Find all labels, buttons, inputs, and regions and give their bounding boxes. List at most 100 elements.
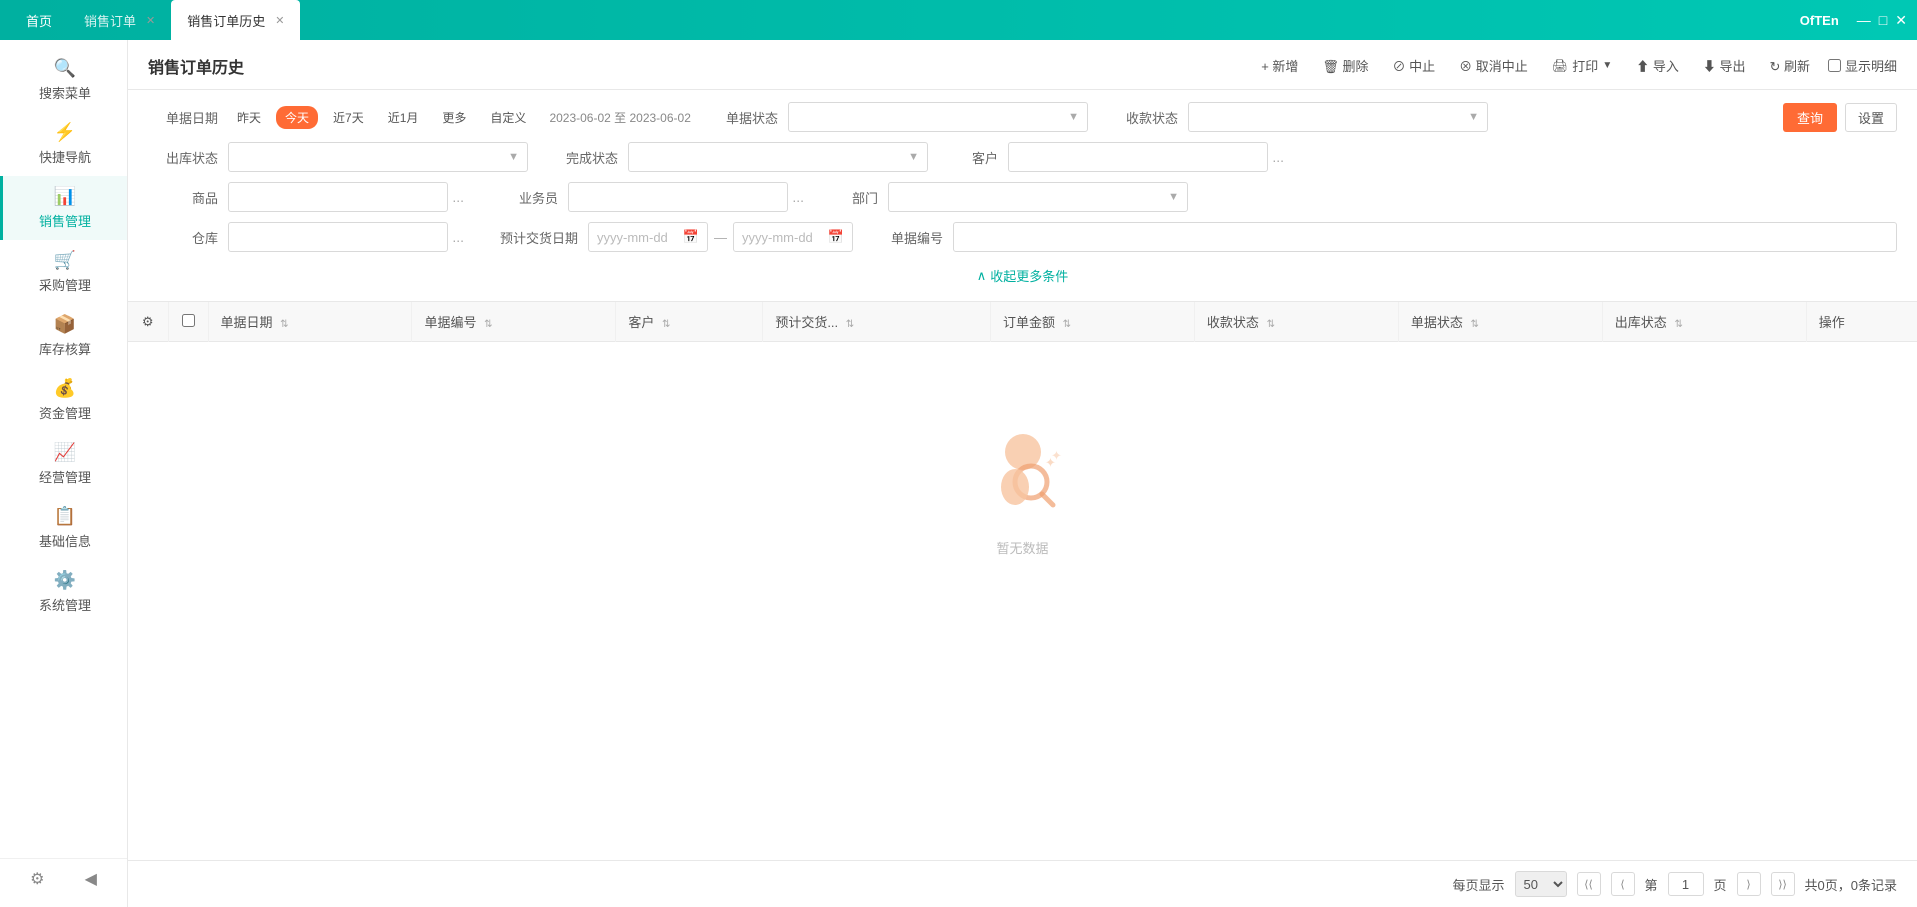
date-tab-yesterday[interactable]: 昨天 <box>228 106 270 129</box>
th-date[interactable]: 单据日期 ⇅ <box>208 302 412 342</box>
delivery-date-from[interactable]: yyyy-mm-dd 📅 <box>588 222 708 252</box>
salesperson-input[interactable] <box>568 182 788 212</box>
delivery-date-to[interactable]: yyyy-mm-dd 📅 <box>733 222 853 252</box>
filter-row-3: 商品 ... 业务员 ... 部门 ▼ <box>148 182 1897 212</box>
filter-row-2: 出库状态 ▼ 完成状态 ▼ 客户 ... <box>148 142 1897 172</box>
sidebar-item-inventory[interactable]: 📦 库存核算 <box>0 304 127 368</box>
customer-dots[interactable]: ... <box>1268 149 1288 165</box>
date-tab-custom[interactable]: 自定义 <box>481 106 535 129</box>
sidebar-item-base-info[interactable]: 📋 基础信息 <box>0 496 127 560</box>
export-button[interactable]: ⬇ 导出 <box>1697 52 1752 79</box>
th-delivery-date[interactable]: 预计交货... ⇅ <box>763 302 991 342</box>
filter-row-4: 仓库 ... 预计交货日期 yyyy-mm-dd 📅 — yyyy-mm-dd … <box>148 222 1897 252</box>
customer-input[interactable] <box>1008 142 1268 172</box>
first-page-btn[interactable]: ⟨⟨ <box>1577 872 1601 896</box>
sort-date-icon: ⇅ <box>280 319 288 330</box>
warehouse-input[interactable] <box>228 222 448 252</box>
table-area: ⚙ 单据日期 ⇅ 单据编号 ⇅ 客户 <box>128 302 1917 860</box>
goods-dots[interactable]: ... <box>448 189 468 205</box>
sidebar-label-finance: 资金管理 <box>39 403 91 422</box>
sidebar-label-sales-mgmt: 销售管理 <box>39 211 91 230</box>
order-status-chevron: ▼ <box>1068 111 1079 123</box>
order-status-select[interactable]: ▼ <box>788 102 1088 132</box>
th-payment-status[interactable]: 收款状态 ⇅ <box>1194 302 1398 342</box>
select-all-checkbox[interactable] <box>182 314 195 327</box>
next-page-btn[interactable]: ⟩ <box>1737 872 1761 896</box>
tab-sales-history[interactable]: 销售订单历史 ✕ <box>171 0 300 40</box>
delivery-status-chevron: ▼ <box>508 151 519 163</box>
th-amount[interactable]: 订单金额 ⇅ <box>990 302 1194 342</box>
sidebar-label-quick-nav: 快捷导航 <box>39 147 91 166</box>
prev-page-btn[interactable]: ⟨ <box>1611 872 1635 896</box>
sidebar-settings-icon[interactable]: ⚙ <box>30 869 44 889</box>
svg-text:✦: ✦ <box>1051 448 1062 463</box>
last-page-btn[interactable]: ⟩⟩ <box>1771 872 1795 896</box>
completion-status-label: 完成状态 <box>548 148 628 167</box>
th-number[interactable]: 单据编号 ⇅ <box>412 302 616 342</box>
sidebar-item-sales-mgmt[interactable]: 📊 销售管理 <box>0 176 127 240</box>
sidebar-collapse-icon[interactable]: ◀ <box>85 869 97 889</box>
close-btn[interactable]: ✕ <box>1895 12 1907 29</box>
empty-state: ✦ ✦ 暂无数据 <box>128 342 1917 637</box>
tab-close-sales-order[interactable]: ✕ <box>146 14 155 27</box>
th-order-status[interactable]: 单据状态 ⇅ <box>1398 302 1602 342</box>
delivery-status-select[interactable]: ▼ <box>228 142 528 172</box>
print-button[interactable]: 🖨 打印 ▼ <box>1546 52 1618 79</box>
page-number-input[interactable] <box>1668 872 1704 896</box>
minimize-btn[interactable]: — <box>1857 12 1871 28</box>
display-detail-toggle[interactable]: 显示明细 <box>1828 56 1897 75</box>
payment-status-select[interactable]: ▼ <box>1188 102 1488 132</box>
collapse-bar[interactable]: ∧ 收起更多条件 <box>148 262 1897 289</box>
warehouse-label: 仓库 <box>148 228 228 247</box>
date-tab-today[interactable]: 今天 <box>276 106 318 129</box>
import-button[interactable]: ⬆ 导入 <box>1630 52 1685 79</box>
page-header: 销售订单历史 + 新增 🗑 删除 ⊘ 中止 ⊗ 取消中止 🖨 打印 ▼ ⬆ 导入… <box>128 40 1917 90</box>
date-tab-7days[interactable]: 近7天 <box>324 106 373 129</box>
sidebar-bottom: ⚙ ◀ <box>0 858 127 899</box>
th-settings[interactable]: ⚙ <box>128 302 168 342</box>
cancel-stop-button[interactable]: ⊗ 取消中止 <box>1453 52 1534 79</box>
department-select[interactable]: ▼ <box>888 182 1188 212</box>
per-page-select[interactable]: 50 10 20 100 <box>1515 871 1567 897</box>
query-button[interactable]: 查询 <box>1783 103 1837 132</box>
empty-row: ✦ ✦ 暂无数据 <box>128 342 1917 638</box>
refresh-button[interactable]: ↻ 刷新 <box>1763 52 1816 79</box>
sidebar-item-quick-nav[interactable]: ⚡ 快捷导航 <box>0 112 127 176</box>
order-number-input[interactable] <box>953 222 1897 252</box>
purchase-mgmt-icon: 🛒 <box>54 250 76 271</box>
per-page-label: 每页显示 <box>1452 875 1504 894</box>
filter-area: 单据日期 昨天 今天 近7天 近1月 更多 自定义 2023-06-02 至 2… <box>128 90 1917 302</box>
sidebar-item-system-mgmt[interactable]: ⚙️ 系统管理 <box>0 560 127 624</box>
date-tab-1month[interactable]: 近1月 <box>379 106 428 129</box>
th-delivery-status[interactable]: 出库状态 ⇅ <box>1602 302 1806 342</box>
stop-button[interactable]: ⊘ 中止 <box>1387 52 1442 79</box>
finance-icon: 💰 <box>54 378 76 399</box>
sidebar-item-operations[interactable]: 📈 经营管理 <box>0 432 127 496</box>
th-checkbox[interactable] <box>168 302 208 342</box>
salesperson-dots[interactable]: ... <box>788 189 808 205</box>
sort-amount-icon: ⇅ <box>1063 319 1071 330</box>
warehouse-dots[interactable]: ... <box>448 229 468 245</box>
sidebar-item-search-menu[interactable]: 🔍 搜索菜单 <box>0 48 127 112</box>
new-button[interactable]: + 新增 <box>1255 52 1304 79</box>
delete-button[interactable]: 🗑 删除 <box>1316 52 1374 79</box>
display-detail-checkbox[interactable] <box>1828 59 1841 72</box>
th-customer[interactable]: 客户 ⇅ <box>616 302 763 342</box>
sidebar-item-purchase-mgmt[interactable]: 🛒 采购管理 <box>0 240 127 304</box>
maximize-btn[interactable]: □ <box>1879 12 1887 28</box>
tab-home[interactable]: 首页 <box>10 0 68 40</box>
completion-status-select[interactable]: ▼ <box>628 142 928 172</box>
goods-control: ... <box>228 182 468 212</box>
sort-order-status-icon: ⇅ <box>1471 319 1479 330</box>
goods-input[interactable] <box>228 182 448 212</box>
date-tab-more[interactable]: 更多 <box>433 106 475 129</box>
operations-icon: 📈 <box>54 442 76 463</box>
sidebar-item-finance[interactable]: 💰 资金管理 <box>0 368 127 432</box>
tab-sales-order[interactable]: 销售订单 ✕ <box>68 0 171 40</box>
delivery-date-from-placeholder: yyyy-mm-dd <box>597 230 668 245</box>
content-area: 销售订单历史 + 新增 🗑 删除 ⊘ 中止 ⊗ 取消中止 🖨 打印 ▼ ⬆ 导入… <box>128 40 1917 907</box>
print-icon: 🖨 <box>1552 58 1569 74</box>
settings-button[interactable]: 设置 <box>1845 103 1897 132</box>
salesperson-label: 业务员 <box>488 188 568 207</box>
tab-close-sales-history[interactable]: ✕ <box>275 14 284 27</box>
